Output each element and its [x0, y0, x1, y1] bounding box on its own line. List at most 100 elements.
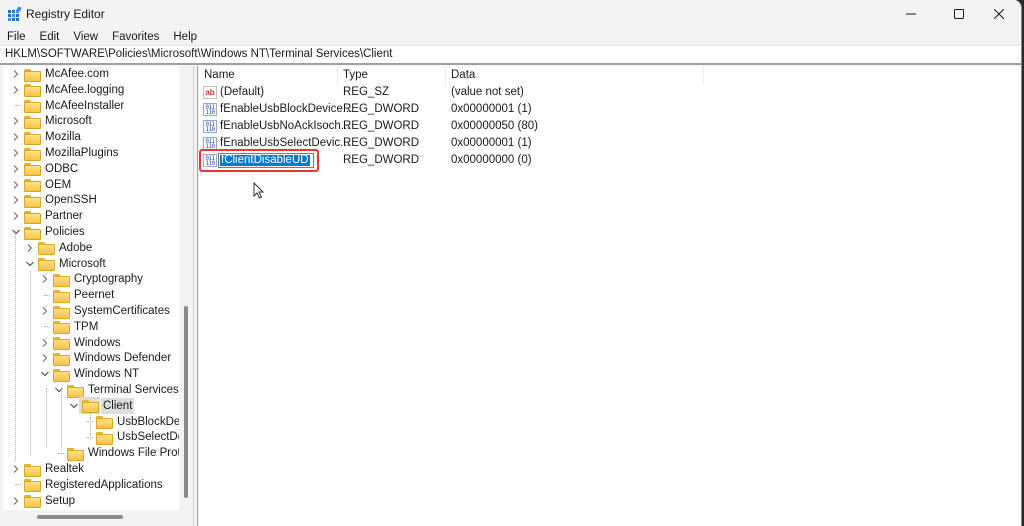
tree-item[interactable]: UsbBlockDevi	[83, 414, 179, 430]
chevron-right-icon[interactable]	[40, 303, 50, 319]
tree-item[interactable]: Adobe	[25, 240, 94, 256]
folder-icon	[24, 163, 41, 177]
tree-item[interactable]: UsbSelectDev	[83, 429, 179, 445]
close-icon	[994, 9, 1004, 19]
chevron-right-icon[interactable]	[11, 192, 21, 208]
tree-connector	[83, 414, 93, 430]
chevron-right-icon[interactable]	[11, 493, 21, 509]
tree-horizontal-scrollbar[interactable]	[37, 515, 123, 519]
tree-item[interactable]: Realtek	[11, 461, 86, 477]
chevron-right-icon[interactable]	[11, 177, 21, 193]
tree-item[interactable]: Windows File Protec	[54, 445, 179, 461]
tree-item[interactable]: OpenSSH	[11, 192, 99, 208]
chevron-right-icon[interactable]	[25, 240, 35, 256]
tree-item-label: OEM	[45, 178, 72, 191]
title-bar: Registry Editor	[0, 0, 1021, 28]
chevron-right-icon[interactable]	[11, 161, 21, 177]
menu-file[interactable]: File	[0, 28, 33, 46]
tree-item[interactable]: Microsoft	[11, 113, 94, 129]
chevron-right-icon[interactable]	[11, 113, 21, 129]
value-data: 0x00000000 (0)	[451, 154, 532, 166]
folder-icon	[24, 179, 41, 193]
chevron-right-icon[interactable]	[11, 145, 21, 161]
tree-item[interactable]: OEM	[11, 177, 73, 193]
tree-item-label: UsbSelectDev	[117, 431, 179, 444]
tree-item[interactable]: Microsoft	[25, 256, 108, 272]
folder-icon	[24, 68, 41, 82]
value-row[interactable]: 011 110 fEnableUsbBlockDevice... REG_DWORD 0…	[199, 101, 1021, 118]
column-header-type[interactable]: Type	[338, 66, 446, 84]
chevron-right-icon[interactable]	[11, 82, 21, 98]
value-row[interactable]: 011 110 fEnableUsbNoAckIsoch... REG_DWORD 0x…	[199, 118, 1021, 135]
tree-item[interactable]: McAfee.logging	[11, 82, 126, 98]
tree-item-label: Cryptography	[74, 273, 144, 286]
tree-item[interactable]: McAfeeInstaller	[11, 98, 126, 114]
rename-value-input[interactable]: fClientDisableUD	[218, 153, 314, 168]
chevron-right-icon[interactable]	[11, 461, 21, 477]
tree-guide-line	[46, 388, 47, 448]
tree-guide-line	[61, 388, 62, 450]
tree-item[interactable]: Client	[69, 397, 135, 415]
chevron-right-icon[interactable]	[11, 208, 21, 224]
value-type: REG_DWORD	[343, 120, 420, 132]
tree-item[interactable]: Setup	[11, 493, 77, 509]
column-header-name[interactable]: Name	[199, 66, 338, 84]
chevron-right-icon[interactable]	[40, 350, 50, 366]
chevron-down-icon[interactable]	[11, 224, 21, 240]
address-bar[interactable]: HKLM\SOFTWARE\Policies\Microsoft\Windows…	[0, 45, 1021, 65]
tree-item[interactable]: Cryptography	[40, 271, 145, 287]
folder-icon	[24, 194, 41, 208]
value-type: REG_DWORD	[343, 154, 420, 166]
pane-splitter[interactable]	[193, 66, 198, 526]
tree-item[interactable]: RegisteredApplications	[11, 477, 165, 493]
chevron-right-icon[interactable]	[11, 129, 21, 145]
value-data: 0x00000001 (1)	[451, 103, 532, 115]
folder-icon	[24, 131, 41, 145]
tree-item[interactable]: McAfee.com	[11, 66, 111, 82]
menu-edit[interactable]: Edit	[33, 28, 67, 46]
chevron-down-icon[interactable]	[40, 366, 50, 382]
tree-item[interactable]: Mozilla	[11, 129, 83, 145]
menu-help[interactable]: Help	[166, 28, 204, 46]
chevron-down-icon[interactable]	[69, 398, 79, 414]
chevron-right-icon[interactable]	[40, 271, 50, 287]
chevron-right-icon[interactable]	[40, 335, 50, 351]
value-type: REG_DWORD	[343, 137, 420, 149]
selected-text: fClientDisableUD	[220, 154, 310, 166]
tree-item[interactable]: Terminal Services	[54, 382, 179, 398]
tree-item[interactable]: ODBC	[11, 161, 80, 177]
tree-item-label: Setup	[45, 494, 76, 507]
minimize-button[interactable]	[888, 0, 934, 28]
column-header-data[interactable]: Data	[446, 66, 704, 84]
tree-item[interactable]: Peernet	[40, 287, 116, 303]
value-name: fEnableUsbNoAckIsoch...	[220, 120, 351, 132]
chevron-down-icon[interactable]	[25, 256, 35, 272]
value-row[interactable]: 011 110 fClientDisableUD REG_DWORD 0x0000000…	[199, 149, 1021, 172]
tree-item[interactable]: MozillaPlugins	[11, 145, 121, 161]
menu-view[interactable]: View	[66, 28, 105, 46]
tree-item[interactable]: Partner	[11, 208, 85, 224]
tree-item-label: MozillaPlugins	[45, 147, 119, 159]
tree-vertical-scrollbar[interactable]	[184, 306, 188, 498]
tree-item[interactable]: Windows Defender	[40, 350, 173, 366]
tree-item-label: Windows Defender	[74, 352, 172, 365]
tree-item[interactable]: Policies	[11, 224, 87, 240]
tree-item[interactable]: SystemCertificates	[40, 303, 172, 319]
value-type: REG_SZ	[343, 86, 390, 98]
tree-item[interactable]: TPM	[40, 319, 100, 335]
tree-item-label: ODBC	[45, 162, 79, 175]
close-button[interactable]	[976, 0, 1021, 28]
value-row[interactable]: 011 110 fEnableUsbSelectDevic... REG_DWORD 0…	[199, 135, 1021, 152]
value-data: 0x00000001 (1)	[451, 137, 532, 149]
chevron-right-icon[interactable]	[11, 66, 21, 82]
tree-guide-line	[30, 271, 31, 456]
chevron-down-icon[interactable]	[54, 382, 64, 398]
value-type: REG_DWORD	[343, 103, 420, 115]
menu-favorites[interactable]: Favorites	[105, 28, 166, 46]
folder-icon	[24, 226, 41, 240]
tree-item[interactable]: Windows	[40, 335, 123, 351]
value-data: 0x00000050 (80)	[451, 120, 538, 132]
value-row[interactable]: ab (Default) REG_SZ (value not set)	[199, 84, 1021, 101]
tree-item[interactable]: Windows NT	[40, 366, 141, 382]
folder-icon	[24, 463, 41, 477]
